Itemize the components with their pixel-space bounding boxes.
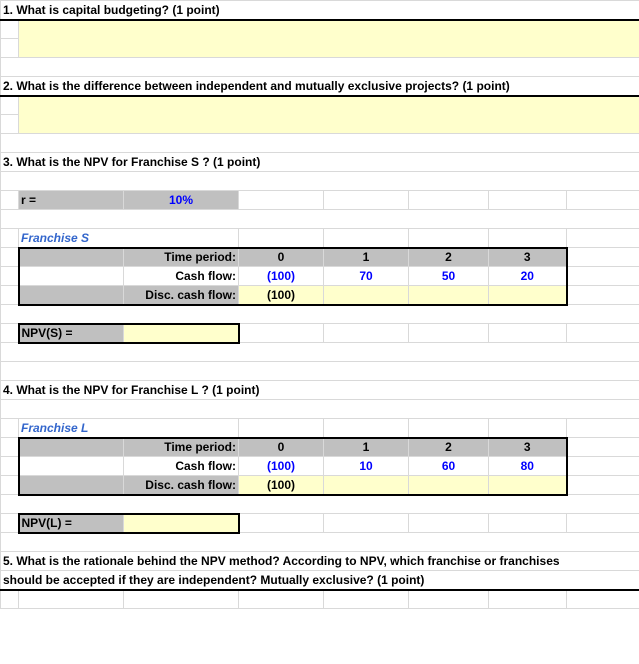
franchise-s-label: Franchise S: [19, 229, 239, 248]
grid-cell: [489, 590, 567, 609]
dcf-label: Disc. cash flow:: [124, 476, 239, 495]
time-col-2: 2: [409, 438, 489, 457]
grid-cell: [1, 590, 19, 609]
grid-cell: [567, 248, 639, 267]
cf-l-3[interactable]: 80: [489, 457, 567, 476]
npv-l-value[interactable]: [124, 514, 239, 533]
grid-cell: [19, 286, 124, 305]
grid-cell: [124, 590, 239, 609]
grid-cell: [567, 590, 639, 609]
grid-cell: [409, 191, 489, 210]
grid-cell: [1, 39, 19, 58]
grid-cell: [567, 476, 639, 495]
q1-prompt: 1. What is capital budgeting? (1 point): [1, 1, 639, 20]
cf-label: Cash flow:: [124, 457, 239, 476]
cf-label: Cash flow:: [124, 267, 239, 286]
npv-l-label: NPV(L) =: [19, 514, 124, 533]
grid-cell: [239, 590, 324, 609]
npv-s-label: NPV(S) =: [19, 324, 124, 343]
grid-cell: [19, 590, 124, 609]
spacer-row: [1, 343, 639, 362]
r-value[interactable]: 10%: [124, 191, 239, 210]
time-period-label: Time period:: [124, 248, 239, 267]
grid-cell: [1, 438, 19, 457]
grid-cell: [567, 191, 639, 210]
grid-cell: [1, 419, 19, 438]
time-col-3: 3: [489, 248, 567, 267]
dcf-l-0[interactable]: (100): [239, 476, 324, 495]
grid-cell: [409, 590, 489, 609]
cf-l-1[interactable]: 10: [324, 457, 409, 476]
time-col-1: 1: [324, 438, 409, 457]
cf-s-2[interactable]: 50: [409, 267, 489, 286]
q3-prompt: 3. What is the NPV for Franchise S ? (1 …: [1, 153, 639, 172]
grid-cell: [1, 115, 19, 134]
grid-cell: [489, 191, 567, 210]
grid-cell: [567, 286, 639, 305]
time-col-3: 3: [489, 438, 567, 457]
spacer-row: [1, 362, 639, 381]
q5-prompt-line2: should be accepted if they are independe…: [1, 571, 639, 590]
r-label: r =: [19, 191, 124, 210]
time-period-label: Time period:: [124, 438, 239, 457]
spacer-row: [1, 495, 639, 514]
grid-cell: [19, 476, 124, 495]
time-col-0: 0: [239, 248, 324, 267]
franchise-l-label: Franchise L: [19, 419, 239, 438]
dcf-s-0[interactable]: (100): [239, 286, 324, 305]
grid-cell: [1, 514, 19, 533]
dcf-label: Disc. cash flow:: [124, 286, 239, 305]
q4-prompt: 4. What is the NPV for Franchise L ? (1 …: [1, 381, 639, 400]
grid-cell: [324, 590, 409, 609]
grid-cell: [567, 438, 639, 457]
grid-cell: [19, 267, 124, 286]
dcf-s-3[interactable]: [489, 286, 567, 305]
grid-cell: [1, 229, 19, 248]
dcf-s-1[interactable]: [324, 286, 409, 305]
grid-cell: [1, 286, 19, 305]
spacer-row: [1, 210, 639, 229]
time-col-0: 0: [239, 438, 324, 457]
spacer-row: [1, 305, 639, 324]
time-col-2: 2: [409, 248, 489, 267]
grid-cell: [19, 248, 124, 267]
spacer-row: [1, 400, 639, 419]
cf-l-2[interactable]: 60: [409, 457, 489, 476]
spacer-row: [1, 134, 639, 153]
time-col-1: 1: [324, 248, 409, 267]
spacer-row: [1, 533, 639, 552]
grid-cell: [1, 248, 19, 267]
grid-cell: [1, 324, 19, 343]
cf-l-0[interactable]: (100): [239, 457, 324, 476]
dcf-l-3[interactable]: [489, 476, 567, 495]
grid-cell: [239, 191, 324, 210]
grid-cell: [1, 476, 19, 495]
cf-s-1[interactable]: 70: [324, 267, 409, 286]
npv-s-value[interactable]: [124, 324, 239, 343]
grid-cell: [1, 267, 19, 286]
dcf-s-2[interactable]: [409, 286, 489, 305]
cf-s-3[interactable]: 20: [489, 267, 567, 286]
grid-cell: [1, 191, 19, 210]
worksheet: 1. What is capital budgeting? (1 point) …: [0, 0, 639, 609]
grid-cell: [1, 96, 19, 115]
dcf-l-2[interactable]: [409, 476, 489, 495]
q2-prompt: 2. What is the difference between indepe…: [1, 77, 639, 96]
grid-cell: [567, 457, 639, 476]
grid-cell: [19, 438, 124, 457]
q2-answer-box[interactable]: [19, 96, 639, 134]
spacer-row: [1, 58, 639, 77]
grid-cell: [1, 457, 19, 476]
dcf-l-1[interactable]: [324, 476, 409, 495]
cf-s-0[interactable]: (100): [239, 267, 324, 286]
spacer-row: [1, 172, 639, 191]
grid-cell: [1, 20, 19, 39]
grid-cell: [567, 267, 639, 286]
grid-cell: [324, 191, 409, 210]
q5-prompt-line1: 5. What is the rationale behind the NPV …: [1, 552, 639, 571]
grid-cell: [19, 457, 124, 476]
q1-answer-box[interactable]: [19, 20, 639, 58]
